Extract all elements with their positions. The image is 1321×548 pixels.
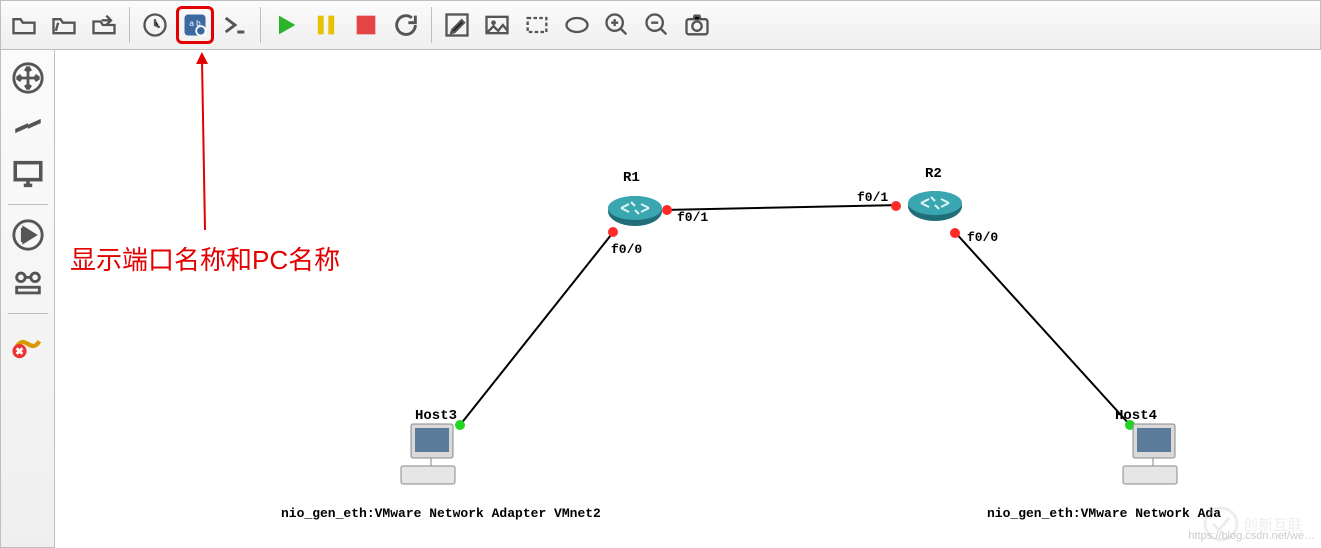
stop-button[interactable] <box>347 6 385 44</box>
reload-button[interactable] <box>387 6 425 44</box>
open-folder-button[interactable] <box>45 6 83 44</box>
host4[interactable] <box>1117 420 1187 490</box>
side-toolbar <box>0 50 55 548</box>
host3[interactable] <box>395 420 465 490</box>
port-r2-f01: f0/1 <box>857 190 888 205</box>
toolbar-separator <box>129 7 130 43</box>
show-labels-button[interactable]: a b <box>176 6 214 44</box>
hub-tool-button[interactable] <box>6 261 50 305</box>
port-r1-f01: f0/1 <box>677 210 708 225</box>
play-button[interactable] <box>267 6 305 44</box>
host4-label: Host4 <box>1115 408 1157 424</box>
screenshot-button[interactable] <box>678 6 716 44</box>
router-r1-label: R1 <box>623 170 640 186</box>
open-project-button[interactable] <box>5 6 43 44</box>
topology-canvas[interactable]: 显示端口名称和PC名称 R1 R2 <box>55 50 1321 548</box>
image-button[interactable] <box>478 6 516 44</box>
nio-host3: nio_gen_eth:VMware Network Adapter VMnet… <box>281 506 601 521</box>
playhead-button[interactable] <box>6 213 50 257</box>
brand-watermark-icon: 创新互联 <box>1201 504 1311 544</box>
toolbar-separator <box>260 7 261 43</box>
nio-host4: nio_gen_eth:VMware Network Ada <box>987 506 1221 521</box>
router-r1[interactable] <box>607 195 663 227</box>
pause-button[interactable] <box>307 6 345 44</box>
annotation-text: 显示端口名称和PC名称 <box>70 240 340 277</box>
sidebar-separator <box>8 313 48 314</box>
host3-label: Host3 <box>415 408 457 424</box>
sidebar-separator <box>8 204 48 205</box>
cancel-tool-button[interactable] <box>6 322 50 366</box>
router-r2-label: R2 <box>925 166 942 182</box>
move-tool-button[interactable] <box>6 56 50 100</box>
monitor-tool-button[interactable] <box>6 152 50 196</box>
fit-button[interactable] <box>558 6 596 44</box>
toolbar-separator <box>431 7 432 43</box>
port-r1-f00: f0/0 <box>611 242 642 257</box>
router-r2[interactable] <box>907 190 963 222</box>
clock-button[interactable] <box>136 6 174 44</box>
link-tool-button[interactable] <box>6 104 50 148</box>
port-r2-f00: f0/0 <box>967 230 998 245</box>
top-toolbar: a b <box>0 0 1321 50</box>
select-rect-button[interactable] <box>518 6 556 44</box>
edit-button[interactable] <box>438 6 476 44</box>
zoom-in-button[interactable] <box>598 6 636 44</box>
export-button[interactable] <box>85 6 123 44</box>
svg-text:创新互联: 创新互联 <box>1243 517 1303 534</box>
console-button[interactable] <box>216 6 254 44</box>
zoom-out-button[interactable] <box>638 6 676 44</box>
